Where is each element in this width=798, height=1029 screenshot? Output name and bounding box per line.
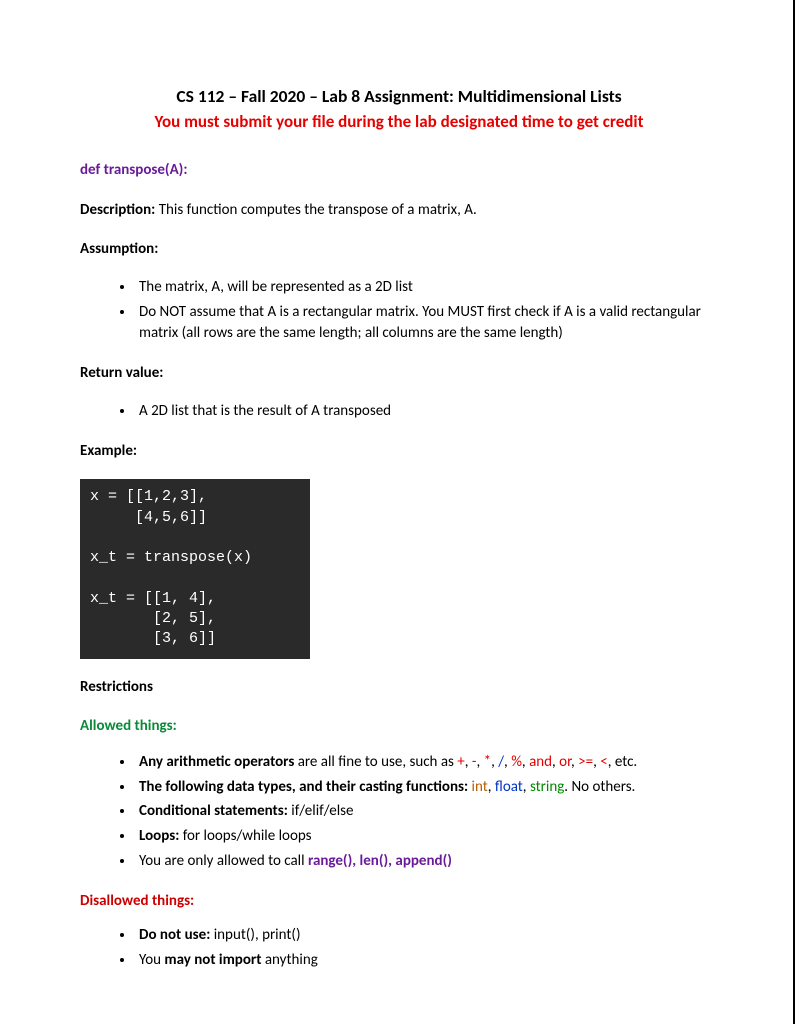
comma: , (523, 778, 530, 796)
op-lt: < (600, 753, 607, 771)
list-item: Any arithmetic operators are all fine to… (135, 752, 718, 774)
comma: , (465, 753, 472, 771)
doc-title: CS 112 – Fall 2020 – Lab 8 Assignment: M… (80, 85, 718, 107)
comma: , (476, 753, 483, 771)
list-item: The matrix, A, will be represented as a … (135, 277, 718, 299)
allowed-item4-text: for loops/while loops (179, 827, 311, 845)
op-mul: * (484, 753, 491, 771)
allowed-list: Any arithmetic operators are all fine to… (80, 752, 718, 873)
list-item: Conditional statements: if/elif/else (135, 801, 718, 823)
type-int: int (472, 778, 488, 796)
allowed-item3-lead: Conditional statements: (139, 802, 288, 820)
page-right-border (793, 0, 795, 1024)
list-item: You may not import anything (135, 950, 718, 972)
allowed-functions: range(), len(), append() (308, 852, 452, 870)
list-item: The following data types, and their cast… (135, 777, 718, 799)
disallowed-item2-a: You (139, 951, 164, 969)
description-label: Description: (80, 201, 155, 219)
allowed-item1-tail: , etc. (608, 753, 638, 771)
allowed-heading: Allowed things: (80, 716, 718, 736)
comma: , (488, 778, 495, 796)
op-plus: + (457, 753, 464, 771)
allowed-item1-text: are all fine to use, such as (294, 753, 457, 771)
allowed-item4-lead: Loops: (139, 827, 179, 845)
op-mod: % (511, 753, 522, 771)
doc-warning: You must submit your file during the lab… (80, 111, 718, 132)
type-float: float (495, 778, 523, 796)
description-line: Description: This function computes the … (80, 200, 718, 220)
description-text: This function computes the transpose of … (155, 201, 476, 219)
list-item: Do NOT assume that A is a rectangular ma… (135, 302, 718, 346)
allowed-item2-lead: The following data types, and their cast… (139, 778, 472, 796)
disallowed-heading: Disallowed things: (80, 891, 718, 911)
restrictions-label: Restrictions (80, 677, 718, 697)
function-signature: def transpose(A): (80, 160, 718, 180)
return-list: A 2D list that is the result of A transp… (80, 401, 718, 423)
document-page: CS 112 – Fall 2020 – Lab 8 Assignment: M… (0, 0, 798, 1029)
disallowed-item1-text: input(), print() (210, 926, 300, 944)
disallowed-item2-b: may not import (164, 951, 261, 969)
disallowed-item2-c: anything (261, 951, 317, 969)
assumption-label: Assumption: (80, 239, 718, 259)
code-example: x = [[1,2,3], [4,5,6]] x_t = transpose(x… (80, 479, 310, 659)
comma: , (522, 753, 529, 771)
list-item: Do not use: input(), print() (135, 925, 718, 947)
list-item: Loops: for loops/while loops (135, 826, 718, 848)
type-string: string (530, 778, 564, 796)
op-and: and (529, 753, 552, 771)
allowed-item2-tail: . No others. (564, 778, 635, 796)
example-label: Example: (80, 441, 718, 461)
op-or: or (559, 753, 571, 771)
allowed-item3-text: if/elif/else (288, 802, 354, 820)
allowed-item5-lead: You are only allowed to call (139, 852, 308, 870)
return-label: Return value: (80, 363, 718, 383)
assumption-list: The matrix, A, will be represented as a … (80, 277, 718, 345)
list-item: You are only allowed to call range(), le… (135, 851, 718, 873)
list-item: A 2D list that is the result of A transp… (135, 401, 718, 423)
op-ge: >= (578, 753, 593, 771)
disallowed-item1-lead: Do not use: (139, 926, 210, 944)
allowed-item1-lead: Any arithmetic operators (139, 753, 294, 771)
disallowed-list: Do not use: input(), print() You may not… (80, 925, 718, 972)
